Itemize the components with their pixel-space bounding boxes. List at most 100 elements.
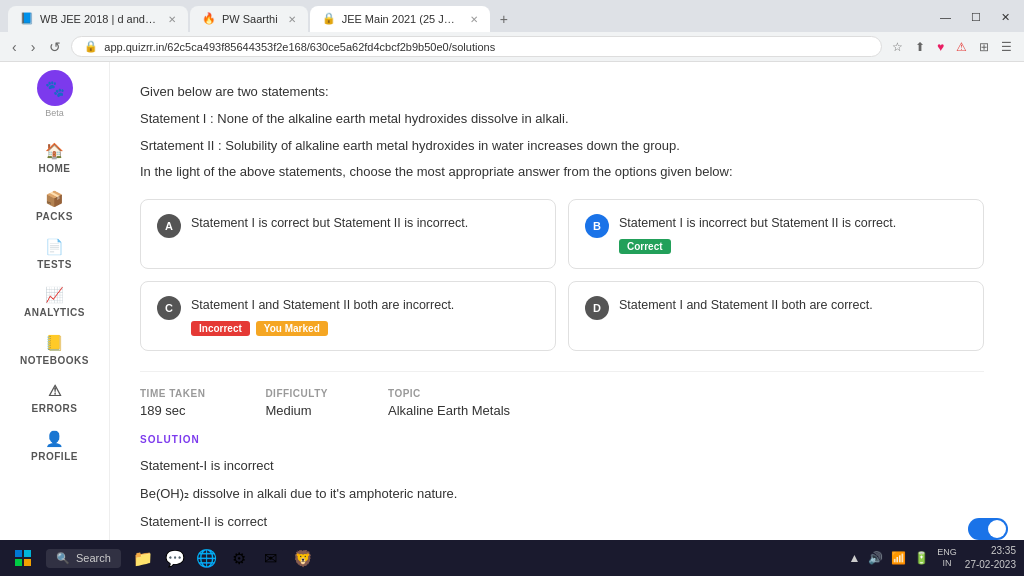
tab3-label: JEE Main 2021 (25 Jul Shift 1) - Q... bbox=[342, 13, 460, 25]
option-c[interactable]: C Statement I and Statement II both are … bbox=[140, 281, 556, 351]
alert-icon[interactable]: ⚠ bbox=[952, 38, 971, 56]
option-a-text: Statement I is correct but Statement II … bbox=[191, 214, 468, 233]
question-instruction: In the light of the above statements, ch… bbox=[140, 162, 984, 183]
option-d-letter: D bbox=[585, 296, 609, 320]
difficulty-label: DIFFICULTY bbox=[265, 388, 328, 399]
logo-icon: 🐾 bbox=[37, 70, 73, 106]
time-display: 23:35 bbox=[965, 544, 1016, 558]
solution-label: SOLUTION bbox=[140, 434, 984, 445]
packs-icon: 📦 bbox=[45, 190, 65, 208]
meta-difficulty: DIFFICULTY Medium bbox=[265, 388, 328, 418]
sidebar-item-analytics[interactable]: 📈 ANALYTICS bbox=[0, 278, 109, 326]
speaker-icon[interactable]: 🔊 bbox=[868, 551, 883, 565]
option-c-badges: Incorrect You Marked bbox=[191, 321, 454, 336]
address-bar: ‹ › ↺ 🔒 app.quizrr.in/62c5ca493f85644353… bbox=[0, 32, 1024, 61]
sidebar-item-profile[interactable]: 👤 PROFILE bbox=[0, 422, 109, 470]
taskbar-settings-icon[interactable]: ⚙ bbox=[225, 544, 253, 572]
forward-button[interactable]: › bbox=[27, 37, 40, 57]
url-input[interactable]: 🔒 app.quizrr.in/62c5ca493f85644353f2e168… bbox=[71, 36, 882, 57]
wifi-icon[interactable]: 📶 bbox=[891, 551, 906, 565]
solution-line-1: Statement-I is incorrect bbox=[140, 455, 984, 477]
sidebar-notebooks-label: NOTEBOOKS bbox=[20, 355, 89, 366]
taskbar-brave-icon[interactable]: 🦁 bbox=[289, 544, 317, 572]
minimize-button[interactable]: — bbox=[934, 9, 957, 25]
statement-1: Statement I : None of the alkaline earth… bbox=[140, 109, 984, 130]
taskbar: 🔍 Search 📁 💬 🌐 ⚙ ✉ 🦁 ▲ 🔊 📶 🔋 ENGIN 23:35… bbox=[0, 540, 1024, 576]
taskbar-search[interactable]: 🔍 Search bbox=[46, 549, 121, 568]
address-actions: ☆ ⬆ ♥ ⚠ ⊞ ☰ bbox=[888, 38, 1016, 56]
option-b-text: Statement I is incorrect but Statement I… bbox=[619, 214, 896, 233]
tab-3-active[interactable]: 🔒 JEE Main 2021 (25 Jul Shift 1) - Q... … bbox=[310, 6, 490, 32]
option-d-text: Statement I and Statement II both are co… bbox=[619, 296, 873, 315]
tab1-label: WB JEE 2018 | d and f Block Element... bbox=[40, 13, 158, 25]
sidebar-toggle-icon[interactable]: ☰ bbox=[997, 38, 1016, 56]
content-area: Given below are two statements: Statemen… bbox=[110, 62, 1024, 570]
maximize-button[interactable]: ☐ bbox=[965, 9, 987, 26]
time-label: TIME TAKEN bbox=[140, 388, 205, 399]
home-icon: 🏠 bbox=[45, 142, 65, 160]
taskbar-chat-icon[interactable]: 💬 bbox=[161, 544, 189, 572]
close-button[interactable]: ✕ bbox=[995, 9, 1016, 26]
taskbar-mail-icon[interactable]: ✉ bbox=[257, 544, 285, 572]
lang-label: ENGIN bbox=[937, 547, 957, 569]
sidebar-errors-label: ERRORS bbox=[32, 403, 78, 414]
heart-icon[interactable]: ♥ bbox=[933, 38, 948, 56]
tab2-label: PW Saarthi bbox=[222, 13, 278, 25]
meta-row: TIME TAKEN 189 sec DIFFICULTY Medium TOP… bbox=[140, 371, 984, 418]
svg-rect-1 bbox=[24, 550, 31, 557]
option-d[interactable]: D Statement I and Statement II both are … bbox=[568, 281, 984, 351]
taskbar-edge-icon[interactable]: 🌐 bbox=[193, 544, 221, 572]
option-a-letter: A bbox=[157, 214, 181, 238]
tab2-favicon: 🔥 bbox=[202, 12, 216, 26]
option-d-content: Statement I and Statement II both are co… bbox=[619, 296, 873, 315]
date-display: 27-02-2023 bbox=[965, 558, 1016, 572]
analytics-icon: 📈 bbox=[45, 286, 65, 304]
toggle-wrapper bbox=[968, 518, 1008, 540]
sidebar-item-notebooks[interactable]: 📒 NOTEBOOKS bbox=[0, 326, 109, 374]
options-grid: A Statement I is correct but Statement I… bbox=[140, 199, 984, 351]
tab-bar: 📘 WB JEE 2018 | d and f Block Element...… bbox=[0, 0, 1024, 32]
option-b-letter: B bbox=[585, 214, 609, 238]
sidebar-item-errors[interactable]: ⚠ ERRORS bbox=[0, 374, 109, 422]
bookmark-icon[interactable]: ☆ bbox=[888, 38, 907, 56]
toggle-thumb bbox=[988, 520, 1006, 538]
sidebar-packs-label: PACKS bbox=[36, 211, 73, 222]
lock-icon: 🔒 bbox=[84, 40, 98, 53]
option-b[interactable]: B Statement I is incorrect but Statement… bbox=[568, 199, 984, 269]
reload-button[interactable]: ↺ bbox=[45, 37, 65, 57]
tab2-close[interactable]: ✕ bbox=[288, 14, 296, 25]
sidebar-logo: 🐾 Beta bbox=[37, 70, 73, 118]
sidebar-tests-label: TESTS bbox=[37, 259, 72, 270]
taskbar-files-icon[interactable]: 📁 bbox=[129, 544, 157, 572]
battery-icon[interactable]: 🔋 bbox=[914, 551, 929, 565]
svg-rect-0 bbox=[15, 550, 22, 557]
search-icon: 🔍 bbox=[56, 552, 70, 565]
tab-grid-icon[interactable]: ⊞ bbox=[975, 38, 993, 56]
sidebar-profile-label: PROFILE bbox=[31, 451, 78, 462]
tests-icon: 📄 bbox=[45, 238, 65, 256]
question-intro: Given below are two statements: bbox=[140, 82, 984, 103]
sidebar-item-packs[interactable]: 📦 PACKS bbox=[0, 182, 109, 230]
start-button[interactable] bbox=[8, 543, 38, 573]
solution-line-2: Be(OH)₂ dissolve in alkali due to it's a… bbox=[140, 483, 984, 505]
main-layout: 🐾 Beta 🏠 HOME 📦 PACKS 📄 TESTS 📈 ANALYTIC… bbox=[0, 62, 1024, 570]
toggle-switch[interactable] bbox=[968, 518, 1008, 540]
incorrect-badge: Incorrect bbox=[191, 321, 250, 336]
you-marked-badge: You Marked bbox=[256, 321, 328, 336]
back-button[interactable]: ‹ bbox=[8, 37, 21, 57]
up-arrow-icon[interactable]: ▲ bbox=[848, 551, 860, 565]
share-icon[interactable]: ⬆ bbox=[911, 38, 929, 56]
logo-beta-label: Beta bbox=[45, 108, 64, 118]
tab-1[interactable]: 📘 WB JEE 2018 | d and f Block Element...… bbox=[8, 6, 188, 32]
sidebar-analytics-label: ANALYTICS bbox=[24, 307, 85, 318]
system-clock: 23:35 27-02-2023 bbox=[965, 544, 1016, 572]
sidebar-item-tests[interactable]: 📄 TESTS bbox=[0, 230, 109, 278]
sidebar-item-home[interactable]: 🏠 HOME bbox=[0, 134, 109, 182]
tab3-close[interactable]: ✕ bbox=[470, 14, 478, 25]
new-tab-button[interactable]: + bbox=[492, 7, 516, 31]
window-controls: — ☐ ✕ bbox=[934, 9, 1016, 30]
tab1-close[interactable]: ✕ bbox=[168, 14, 176, 25]
option-a[interactable]: A Statement I is correct but Statement I… bbox=[140, 199, 556, 269]
sidebar-home-label: HOME bbox=[39, 163, 71, 174]
tab-2[interactable]: 🔥 PW Saarthi ✕ bbox=[190, 6, 308, 32]
